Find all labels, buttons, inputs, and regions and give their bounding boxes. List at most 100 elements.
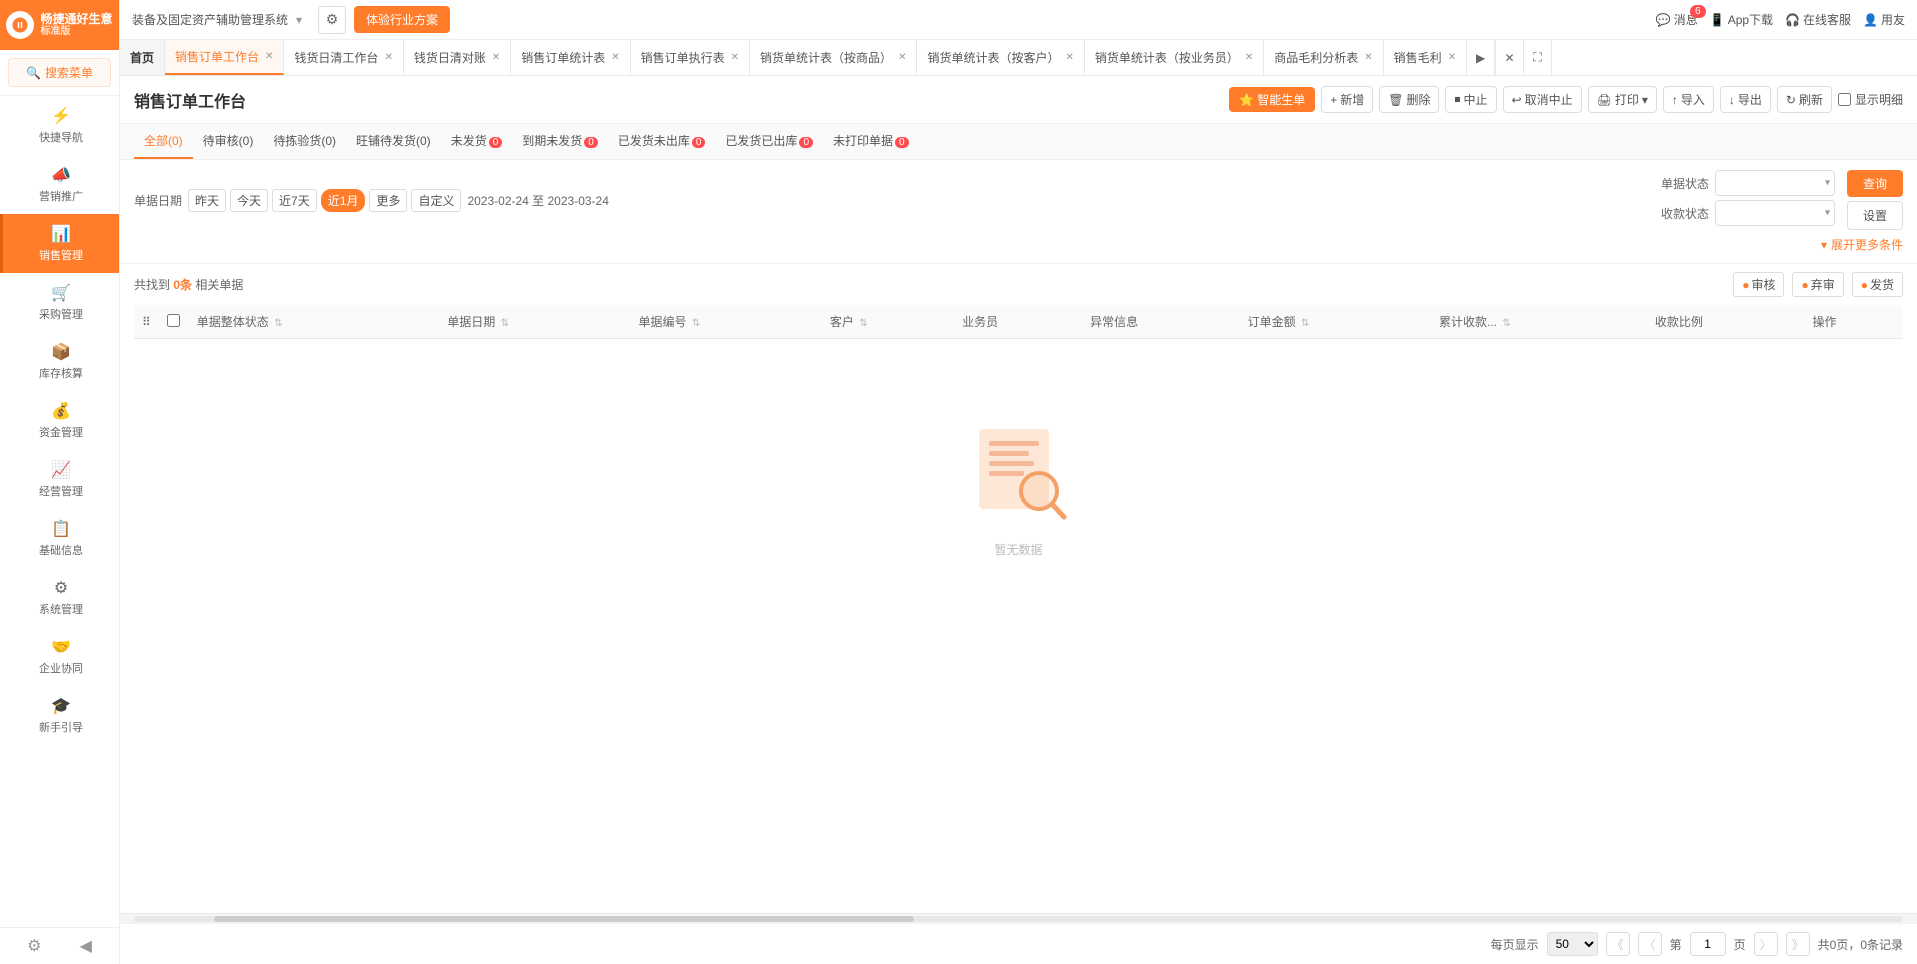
- topbar-user-button[interactable]: 👤 用友: [1863, 11, 1905, 28]
- tab-money-clear-close[interactable]: ✕: [492, 52, 500, 63]
- topbar-online-service-button[interactable]: 🎧 在线客服: [1785, 11, 1851, 28]
- print-button[interactable]: 🖨 打印 ▾: [1588, 86, 1657, 113]
- filter-custom-btn[interactable]: 自定义: [411, 189, 461, 212]
- sort-status-icon[interactable]: ⇅: [274, 318, 282, 329]
- page-input[interactable]: [1690, 932, 1726, 956]
- sort-customer-icon[interactable]: ⇅: [859, 318, 867, 329]
- filter-status-select-wrap: [1715, 170, 1835, 196]
- tab-sales-stat-staff-close[interactable]: ✕: [1245, 52, 1253, 63]
- sidebar-item-quick-nav[interactable]: ⚡ 快捷导航: [0, 96, 119, 155]
- filter-more-btn[interactable]: 更多: [369, 189, 407, 212]
- sort-amount-icon[interactable]: ⇅: [1301, 318, 1309, 329]
- sidebar-item-inventory[interactable]: 📦 库存核算: [0, 332, 119, 391]
- sidebar-item-basic[interactable]: 📋 基础信息: [0, 509, 119, 568]
- sidebar-item-marketing[interactable]: 📣 营销推广: [0, 155, 119, 214]
- sidebar-collapse-button[interactable]: ◀: [80, 936, 92, 956]
- shipped-out-badge: 0: [799, 137, 813, 148]
- select-all-checkbox[interactable]: [167, 314, 180, 327]
- tab-goods-profit[interactable]: 商品毛利分析表 ✕: [1264, 40, 1383, 75]
- tabs-fullscreen[interactable]: ⛶: [1524, 40, 1552, 75]
- hscroll-thumb[interactable]: [214, 916, 914, 922]
- message-icon: 💬: [1656, 13, 1671, 27]
- tab-home[interactable]: 首页: [120, 40, 165, 75]
- sidebar-item-system[interactable]: ⚙ 系统管理: [0, 568, 119, 627]
- tabs-close-current[interactable]: ✕: [1496, 40, 1524, 75]
- tab-sales-profit-close[interactable]: ✕: [1448, 52, 1456, 63]
- filter-today-btn[interactable]: 今天: [230, 189, 268, 212]
- tab-money-clear[interactable]: 钱货日清对账 ✕: [404, 40, 511, 75]
- filter-tab-not-shipped[interactable]: 未发货0: [441, 124, 513, 159]
- filter-tab-wangpu[interactable]: 旺铺待发货(0): [346, 124, 441, 159]
- delete-button[interactable]: 🗑 删除: [1379, 86, 1439, 113]
- search-menu-button[interactable]: 🔍 搜索菜单: [8, 58, 111, 87]
- tab-sales-stat[interactable]: 销售订单统计表 ✕: [511, 40, 630, 75]
- tab-goods-profit-close[interactable]: ✕: [1364, 52, 1372, 63]
- sidebar-item-cooperation[interactable]: 🤝 企业协同: [0, 627, 119, 686]
- filter-tab-pending-inspect[interactable]: 待拣验货(0): [263, 124, 346, 159]
- sort-collected-icon[interactable]: ⇅: [1502, 318, 1510, 329]
- tab-sales-profit[interactable]: 销售毛利 ✕: [1384, 40, 1467, 75]
- filter-tab-not-printed[interactable]: 未打印单据0: [823, 124, 919, 159]
- tab-sales-stat-goods-close[interactable]: ✕: [898, 52, 906, 63]
- trial-button[interactable]: 体验行业方案: [354, 6, 450, 33]
- sidebar-item-sales[interactable]: 📊 销售管理: [0, 214, 119, 273]
- per-page-select[interactable]: 50 100 200: [1547, 932, 1598, 956]
- add-button[interactable]: + 新增: [1321, 86, 1373, 113]
- filter-yesterday-btn[interactable]: 昨天: [188, 189, 226, 212]
- tab-sales-workbench[interactable]: 销售订单工作台 ✕: [165, 40, 284, 75]
- tab-sales-stat-goods[interactable]: 销货单统计表（按商品） ✕: [750, 40, 917, 75]
- prev-page-button[interactable]: 〈: [1638, 932, 1662, 956]
- filter-query-button[interactable]: 查询: [1847, 170, 1903, 197]
- sidebar-settings-button[interactable]: ⚙: [27, 936, 41, 956]
- sort-number-icon[interactable]: ⇅: [692, 318, 700, 329]
- hscroll-track[interactable]: [134, 916, 1903, 922]
- refresh-button[interactable]: ↻ 刷新: [1777, 86, 1832, 113]
- import-button[interactable]: ↑ 导入: [1663, 86, 1714, 113]
- th-check[interactable]: [159, 305, 189, 339]
- filter-7days-btn[interactable]: 近7天: [272, 189, 317, 212]
- sidebar-item-finance[interactable]: 💰 资金管理: [0, 391, 119, 450]
- filter-payment-select[interactable]: [1715, 200, 1835, 226]
- tab-sales-workbench-close[interactable]: ✕: [265, 51, 273, 62]
- cancel-review-button[interactable]: ● 弃审: [1792, 272, 1843, 297]
- tab-money-daily[interactable]: 钱货日清工作台 ✕: [284, 40, 403, 75]
- tab-sales-stat-staff[interactable]: 销货单统计表（按业务员） ✕: [1085, 40, 1264, 75]
- tabs-more-button[interactable]: ▶: [1467, 40, 1495, 75]
- sort-date-icon[interactable]: ⇅: [501, 318, 509, 329]
- topbar-settings-button[interactable]: ⚙: [318, 6, 346, 34]
- filter-tab-expired[interactable]: 到期未发货0: [512, 124, 608, 159]
- filter-tab-all[interactable]: 全部(0): [134, 124, 193, 159]
- filter-tab-pending-review[interactable]: 待审核(0): [193, 124, 264, 159]
- topbar-app-download-button[interactable]: 📱 App下载: [1710, 11, 1773, 28]
- last-page-button[interactable]: 》: [1786, 932, 1810, 956]
- show-detail-checkbox[interactable]: [1838, 93, 1851, 106]
- system-dropdown-icon[interactable]: ▾: [296, 13, 310, 27]
- filter-set-button[interactable]: 设置: [1847, 201, 1903, 230]
- next-page-button[interactable]: 〉: [1754, 932, 1778, 956]
- first-page-button[interactable]: 《: [1606, 932, 1630, 956]
- filter-status-select[interactable]: [1715, 170, 1835, 196]
- tab-sales-stat-customer[interactable]: 销货单统计表（按客户） ✕: [917, 40, 1084, 75]
- print-label: 打印: [1615, 91, 1639, 108]
- tab-sales-stat-customer-close[interactable]: ✕: [1065, 52, 1073, 63]
- smart-gen-button[interactable]: ⭐ 智能生单: [1229, 87, 1315, 112]
- stop-button[interactable]: ⏹ 中止: [1445, 86, 1496, 113]
- tab-money-daily-close[interactable]: ✕: [384, 52, 392, 63]
- sidebar-search-area: 🔍 搜索菜单: [0, 50, 119, 96]
- tab-sales-exec-close[interactable]: ✕: [731, 52, 739, 63]
- tab-sales-exec[interactable]: 销售订单执行表 ✕: [631, 40, 750, 75]
- ship-button[interactable]: ● 发货: [1852, 272, 1903, 297]
- tab-sales-stat-close[interactable]: ✕: [611, 52, 619, 63]
- export-button[interactable]: ↓ 导出: [1720, 86, 1771, 113]
- sidebar-item-purchase[interactable]: 🛒 采购管理: [0, 273, 119, 332]
- filter-tab-shipped-out[interactable]: 已发货已出库0: [715, 124, 823, 159]
- show-detail-label[interactable]: 显示明细: [1838, 91, 1903, 108]
- sidebar-item-guide[interactable]: 🎓 新手引导: [0, 686, 119, 745]
- topbar-message-button[interactable]: 💬 消息 6: [1656, 11, 1698, 28]
- filter-tab-shipped-not-out[interactable]: 已发货未出库0: [608, 124, 716, 159]
- cancel-stop-button[interactable]: ↩ 取消中止: [1503, 86, 1582, 113]
- sidebar-item-operations[interactable]: 📈 经营管理: [0, 450, 119, 509]
- review-button[interactable]: ● 审核: [1733, 272, 1784, 297]
- filter-expand-button[interactable]: ▾ 展开更多条件: [1821, 236, 1903, 253]
- filter-1month-btn[interactable]: 近1月: [321, 189, 366, 212]
